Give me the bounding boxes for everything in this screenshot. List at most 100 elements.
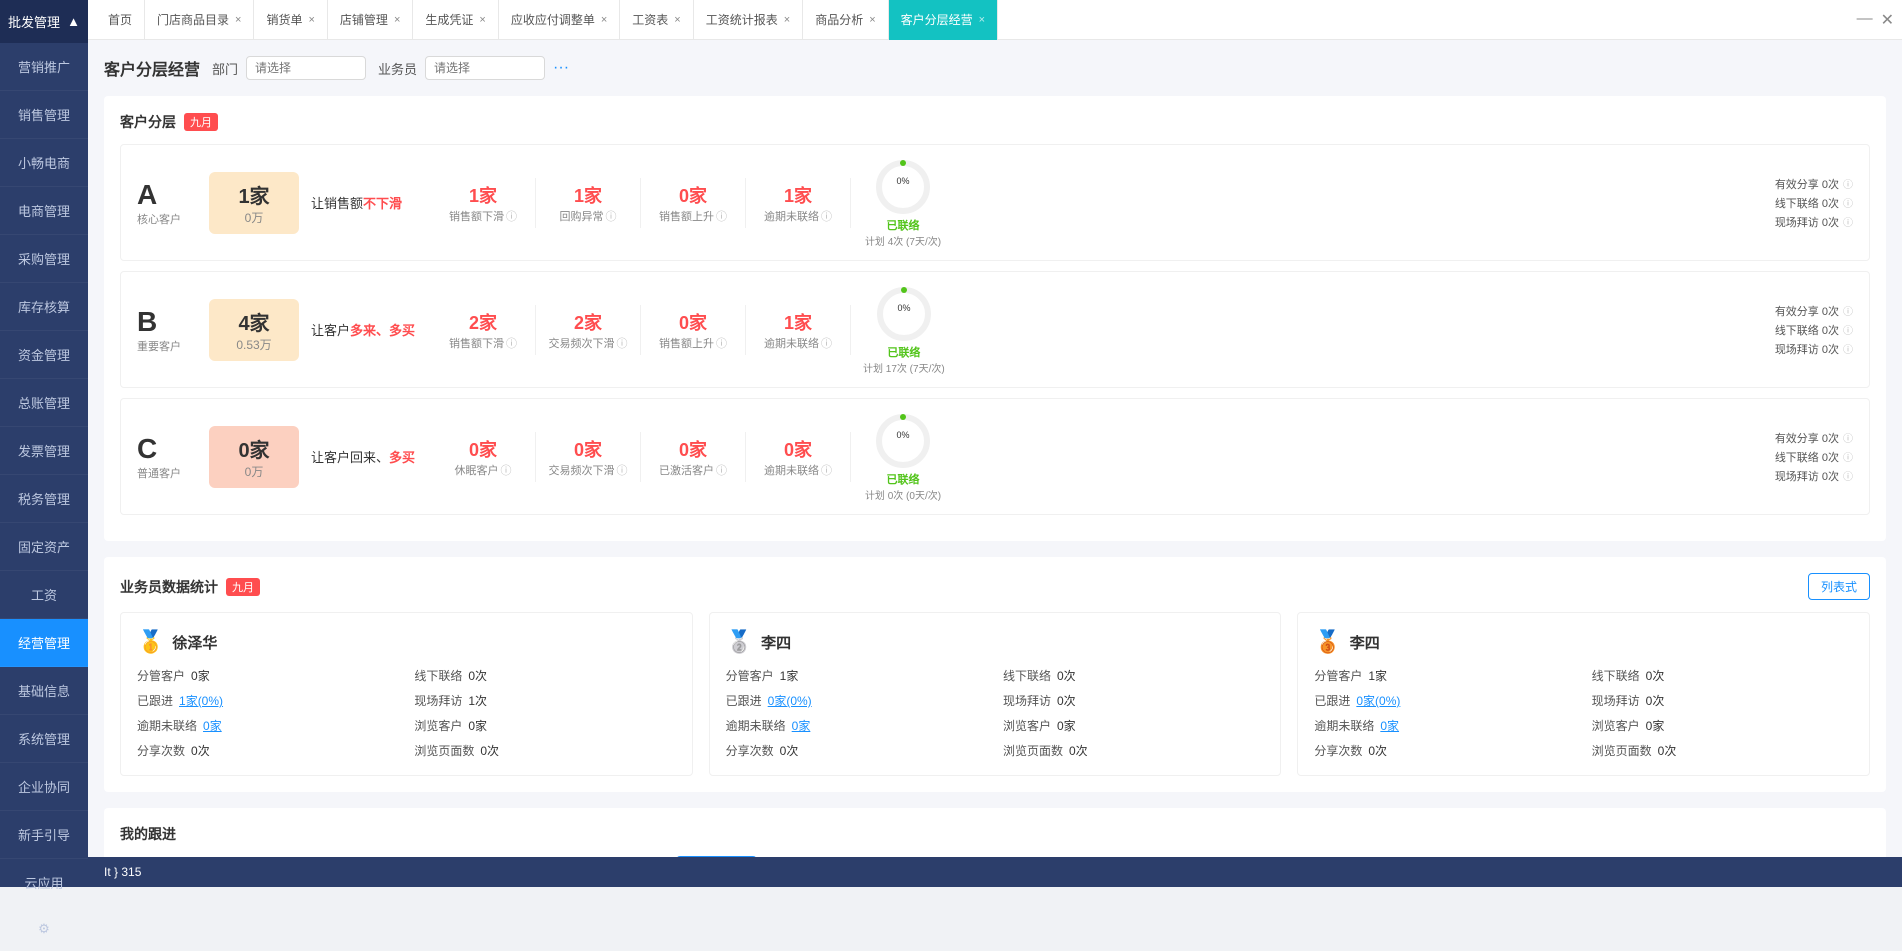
info-icon[interactable]: ⓘ <box>501 462 512 478</box>
tier-row-a: A核心客户1家0万让销售额不下滑1家销售额下滑 ⓘ1家回购异常 ⓘ0家销售额上升… <box>120 144 1870 261</box>
stat-value: 0次 <box>468 667 487 684</box>
sidebar-item-发票管理[interactable]: 发票管理 <box>0 427 88 475</box>
info-icon[interactable]: ⓘ <box>716 462 727 478</box>
salesperson-stat-row: 分享次数0次 <box>1314 742 1575 759</box>
tier-slogan: 让客户回来、多买 <box>311 447 431 466</box>
tab-生成凭证[interactable]: 生成凭证× <box>413 0 498 40</box>
stat-value: 0次 <box>191 742 210 759</box>
tier-stat-1: 1家回购异常 ⓘ <box>548 182 628 224</box>
followup-section-header: 我的跟进 <box>120 824 1870 844</box>
stat-value: 1家 <box>1368 667 1387 684</box>
info-icon[interactable]: ⓘ <box>1843 430 1853 445</box>
stat-label: 现场拜访 <box>1003 692 1051 709</box>
salesperson-stat-row: 线下联络0次 <box>1592 667 1853 684</box>
info-icon[interactable]: ⓘ <box>821 208 832 224</box>
info-icon[interactable]: ⓘ <box>1843 214 1853 229</box>
tab-首页[interactable]: 首页 <box>96 0 145 40</box>
tier-divider <box>535 305 536 355</box>
stat-value[interactable]: 0家(0%) <box>1356 692 1400 709</box>
info-icon[interactable]: ⓘ <box>1843 195 1853 210</box>
tab-门店商品目录[interactable]: 门店商品目录× <box>145 0 254 40</box>
settings-gear-icon[interactable]: ⚙ <box>0 907 88 951</box>
salesperson-section: 业务员数据统计 九月 列表式 🥇徐泽华分管客户0家线下联络0次已跟进1家(0%)… <box>104 557 1886 792</box>
tab-应收应付调整单[interactable]: 应收应付调整单× <box>499 0 620 40</box>
info-icon[interactable]: ⓘ <box>617 335 628 351</box>
tier-divider <box>745 178 746 228</box>
right-stat-item: 有效分享 0次 ⓘ <box>1775 303 1853 319</box>
info-icon[interactable]: ⓘ <box>1843 449 1853 464</box>
info-icon[interactable]: ⓘ <box>1843 341 1853 356</box>
sidebar-item-企业协同[interactable]: 企业协同 <box>0 763 88 811</box>
info-icon[interactable]: ⓘ <box>506 335 517 351</box>
more-options-icon[interactable]: ··· <box>553 59 569 77</box>
sidebar-collapse-icon[interactable]: ▲ <box>67 14 80 29</box>
sidebar-item-总账管理[interactable]: 总账管理 <box>0 379 88 427</box>
tier-letter: A <box>137 179 197 211</box>
tab-店铺管理[interactable]: 店铺管理× <box>328 0 413 40</box>
tier-divider <box>745 305 746 355</box>
stat-value[interactable]: 0家 <box>1380 717 1399 734</box>
tab-close-icon[interactable]: × <box>674 14 680 26</box>
tab-close-icon[interactable]: × <box>308 14 314 26</box>
salesperson-stat-row: 逾期未联络0家 <box>726 717 987 734</box>
salesperson-name: 徐泽华 <box>172 632 217 653</box>
sidebar-item-工资[interactable]: 工资 <box>0 571 88 619</box>
stat-value: 1次 <box>468 692 487 709</box>
sidebar-item-经营管理[interactable]: 经营管理 <box>0 619 88 667</box>
info-icon[interactable]: ⓘ <box>821 462 832 478</box>
info-icon[interactable]: ⓘ <box>821 335 832 351</box>
sidebar-header[interactable]: 批发管理 ▲ <box>0 0 88 43</box>
sidebar-item-基础信息[interactable]: 基础信息 <box>0 667 88 715</box>
stat-label: 已跟进 <box>1314 692 1350 709</box>
stat-label: 浏览客户 <box>1003 717 1051 734</box>
sidebar-item-小畅电商[interactable]: 小畅电商 <box>0 139 88 187</box>
sidebar-item-系统管理[interactable]: 系统管理 <box>0 715 88 763</box>
sidebar-item-固定资产[interactable]: 固定资产 <box>0 523 88 571</box>
tier-count-box: 1家0万 <box>209 172 299 234</box>
info-icon[interactable]: ⓘ <box>716 335 727 351</box>
sidebar-item-销售管理[interactable]: 销售管理 <box>0 91 88 139</box>
stat-value[interactable]: 0家(0%) <box>768 692 812 709</box>
window-close-icon[interactable]: ✕ <box>1881 10 1894 30</box>
tier-name: 重要客户 <box>137 338 197 354</box>
slogan-highlight: 多买 <box>389 450 415 465</box>
tab-close-icon[interactable]: × <box>479 14 485 26</box>
tier-stat-0: 2家销售额下滑 ⓘ <box>443 309 523 351</box>
info-icon[interactable]: ⓘ <box>606 208 617 224</box>
tab-close-icon[interactable]: × <box>979 14 985 26</box>
salesperson-select[interactable] <box>425 56 545 80</box>
info-icon[interactable]: ⓘ <box>1843 176 1853 191</box>
sidebar-item-采购管理[interactable]: 采购管理 <box>0 235 88 283</box>
info-icon[interactable]: ⓘ <box>1843 303 1853 318</box>
stat-value[interactable]: 0家 <box>792 717 811 734</box>
tab-close-icon[interactable]: × <box>869 14 875 26</box>
info-icon[interactable]: ⓘ <box>716 208 727 224</box>
sidebar-item-营销推广[interactable]: 营销推广 <box>0 43 88 91</box>
info-icon[interactable]: ⓘ <box>1843 468 1853 483</box>
stat-value[interactable]: 0家 <box>203 717 222 734</box>
sidebar-item-云应用[interactable]: 云应用 <box>0 859 88 907</box>
info-icon[interactable]: ⓘ <box>506 208 517 224</box>
sidebar-item-电商管理[interactable]: 电商管理 <box>0 187 88 235</box>
tab-close-icon[interactable]: × <box>784 14 790 26</box>
salesperson-stat-row: 已跟进0家(0%) <box>726 692 987 709</box>
list-view-button[interactable]: 列表式 <box>1808 573 1870 600</box>
window-minimize-icon[interactable]: — <box>1857 10 1873 30</box>
dept-select[interactable] <box>246 56 366 80</box>
stat-value[interactable]: 1家(0%) <box>179 692 223 709</box>
info-icon[interactable]: ⓘ <box>617 462 628 478</box>
tab-close-icon[interactable]: × <box>394 14 400 26</box>
tab-工资表[interactable]: 工资表× <box>620 0 693 40</box>
tab-close-icon[interactable]: × <box>235 14 241 26</box>
tab-销货单[interactable]: 销货单× <box>254 0 327 40</box>
sidebar-item-税务管理[interactable]: 税务管理 <box>0 475 88 523</box>
tab-工资统计报表[interactable]: 工资统计报表× <box>694 0 803 40</box>
tab-客户分层经营[interactable]: 客户分层经营× <box>889 0 998 40</box>
sidebar-item-资金管理[interactable]: 资金管理 <box>0 331 88 379</box>
info-icon[interactable]: ⓘ <box>1843 322 1853 337</box>
tab-close-icon[interactable]: × <box>601 14 607 26</box>
tier-circle: 0% 已联络 计划 17次 (7天/次) <box>863 284 945 375</box>
tab-商品分析[interactable]: 商品分析× <box>803 0 888 40</box>
sidebar-item-新手引导[interactable]: 新手引导 <box>0 811 88 859</box>
sidebar-item-库存核算[interactable]: 库存核算 <box>0 283 88 331</box>
